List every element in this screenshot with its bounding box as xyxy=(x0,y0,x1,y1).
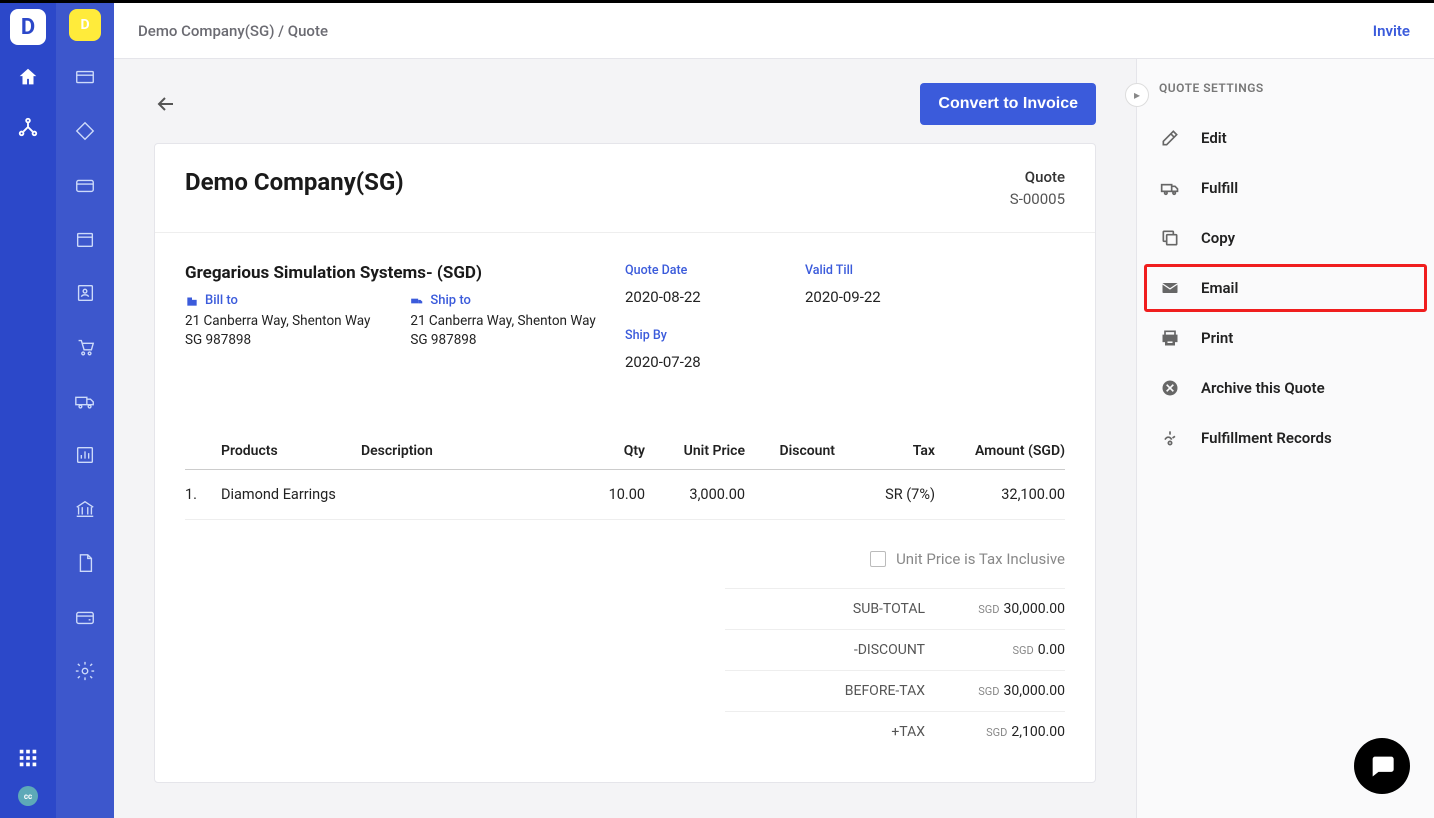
ship-by-label: Ship By xyxy=(625,328,745,343)
ship-by-value: 2020-07-28 xyxy=(625,353,745,371)
quote-settings-panel: ▸ QUOTE SETTINGS Edit Fulfill Copy Email xyxy=(1136,59,1434,818)
file-icon[interactable] xyxy=(67,545,103,581)
back-arrow-icon[interactable] xyxy=(154,92,178,116)
records-icon xyxy=(1159,427,1181,449)
secondary-nav: D xyxy=(56,3,114,818)
home-icon[interactable] xyxy=(10,59,46,95)
cc-badge[interactable]: cc xyxy=(18,786,38,806)
copy-icon xyxy=(1159,227,1181,249)
copy-action[interactable]: Copy xyxy=(1137,213,1434,263)
quote-date-label: Quote Date xyxy=(625,263,745,278)
fulfill-action[interactable]: Fulfill xyxy=(1137,163,1434,213)
valid-till-label: Valid Till xyxy=(805,263,925,278)
bill-to-block: Bill to 21 Canberra Way, Shenton Way SG … xyxy=(185,293,370,350)
bank-icon[interactable] xyxy=(67,491,103,527)
archive-icon xyxy=(1159,377,1181,399)
cart-icon[interactable] xyxy=(67,329,103,365)
primary-nav: D cc xyxy=(0,3,56,818)
archive-action[interactable]: Archive this Quote xyxy=(1137,363,1434,413)
settings-title: QUOTE SETTINGS xyxy=(1137,81,1434,113)
email-action[interactable]: Email xyxy=(1143,263,1428,313)
print-action[interactable]: Print xyxy=(1137,313,1434,363)
quote-date-value: 2020-08-22 xyxy=(625,288,745,306)
card-icon[interactable] xyxy=(67,167,103,203)
doc-type: Quote xyxy=(1010,168,1065,186)
edit-icon xyxy=(1159,127,1181,149)
fulfill-icon xyxy=(1159,177,1181,199)
chat-bubble-icon[interactable] xyxy=(1354,738,1410,794)
dashboard-icon[interactable] xyxy=(67,59,103,95)
edit-action[interactable]: Edit xyxy=(1137,113,1434,163)
box-icon[interactable] xyxy=(67,221,103,257)
line-items-header: Products Description Qty Unit Price Disc… xyxy=(185,433,1065,470)
wallet-icon[interactable] xyxy=(67,599,103,635)
tag-icon[interactable] xyxy=(67,113,103,149)
doc-number: S-00005 xyxy=(1010,190,1065,208)
gear-icon[interactable] xyxy=(67,653,103,689)
collapse-panel-icon[interactable]: ▸ xyxy=(1125,83,1149,107)
company-name: Demo Company(SG) xyxy=(185,168,404,208)
truck-icon[interactable] xyxy=(67,383,103,419)
convert-to-invoice-button[interactable]: Convert to Invoice xyxy=(920,83,1096,125)
contacts-icon[interactable] xyxy=(67,275,103,311)
valid-till-value: 2020-09-22 xyxy=(805,288,925,306)
print-icon xyxy=(1159,327,1181,349)
ship-to-block: Ship to 21 Canberra Way, Shenton Way SG … xyxy=(410,293,595,350)
chart-icon[interactable] xyxy=(67,437,103,473)
page-header: Demo Company(SG) / Quote Invite xyxy=(114,3,1434,59)
tax-inclusive-toggle[interactable]: Unit Price is Tax Inclusive xyxy=(725,550,1065,568)
apps-grid-icon[interactable] xyxy=(10,740,46,776)
invite-link[interactable]: Invite xyxy=(1373,22,1410,40)
hub-icon[interactable] xyxy=(10,109,46,145)
line-item-row: 1. Diamond Earrings 10.00 3,000.00 SR (7… xyxy=(185,470,1065,520)
quote-card: Demo Company(SG) Quote S-00005 Gregariou… xyxy=(154,143,1096,783)
email-icon xyxy=(1159,277,1181,299)
app-logo[interactable]: D xyxy=(10,9,46,45)
company-avatar[interactable]: D xyxy=(69,9,101,41)
checkbox-icon[interactable] xyxy=(870,551,886,567)
fulfillment-records-action[interactable]: Fulfillment Records xyxy=(1137,413,1434,463)
client-name: Gregarious Simulation Systems- (SGD) xyxy=(185,263,605,283)
breadcrumb[interactable]: Demo Company(SG) / Quote xyxy=(138,22,328,40)
